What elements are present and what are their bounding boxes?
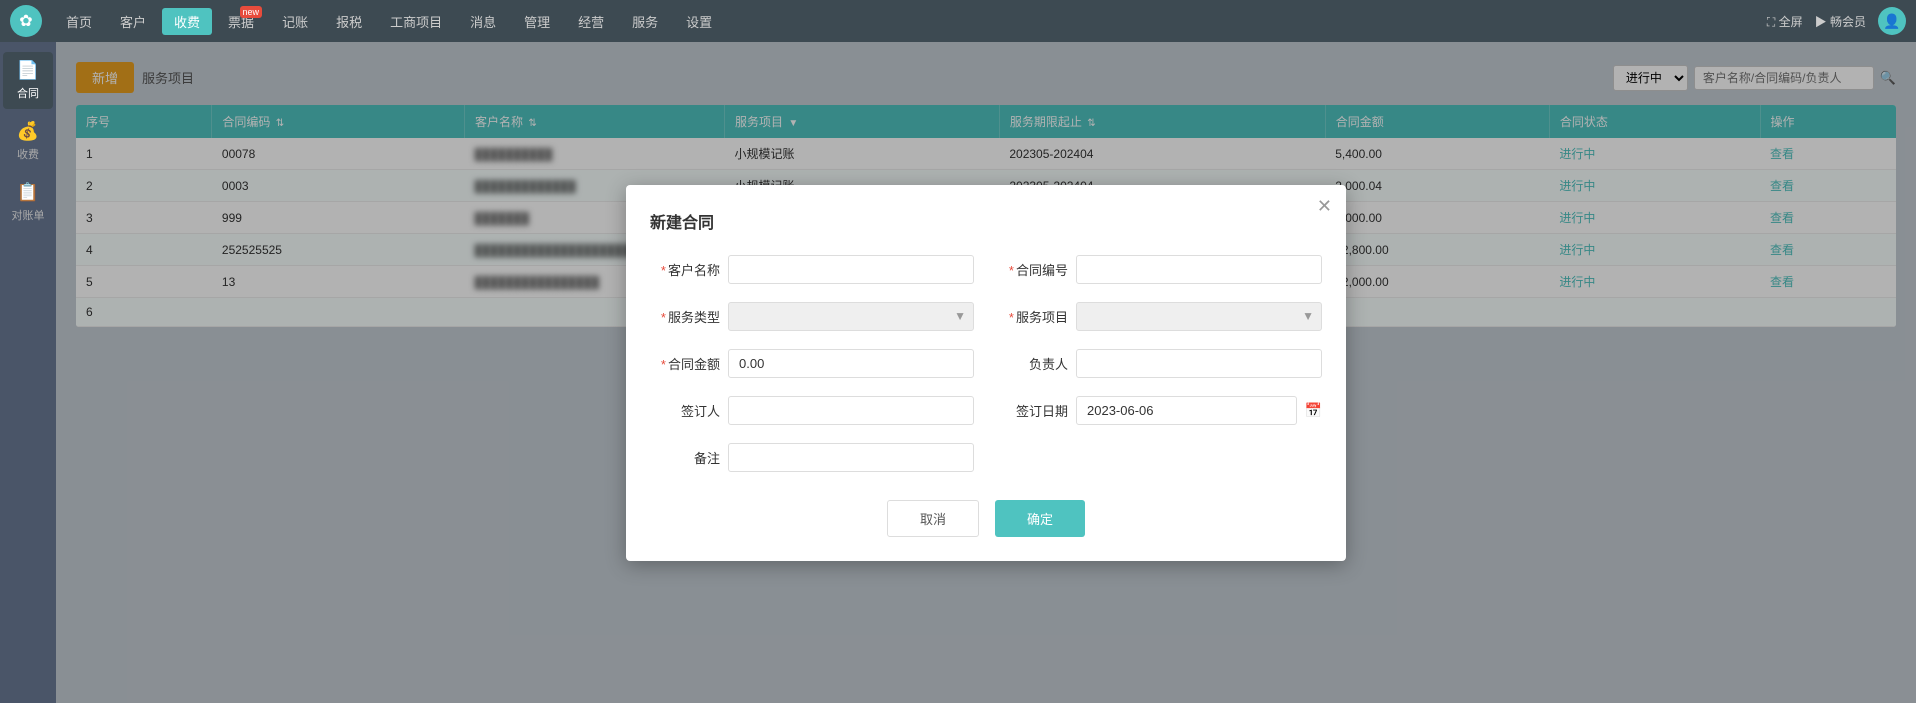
nav-business[interactable]: 工商项目 <box>378 8 454 35</box>
nav-accounting[interactable]: 记账 <box>270 8 320 35</box>
form-group-signer: 签订人 <box>650 396 974 425</box>
form-group-amount: *合同金额 <box>650 349 974 378</box>
fullscreen-btn[interactable]: ⛶ 全屏 <box>1767 13 1803 30</box>
contract-no-input[interactable] <box>1076 255 1322 284</box>
service-type-label: *服务类型 <box>650 307 720 326</box>
customer-name-input[interactable] <box>728 255 974 284</box>
form-group-contract-no: *合同编号 <box>998 255 1322 284</box>
customer-name-label: *客户名称 <box>650 260 720 279</box>
responsible-input[interactable] <box>1076 349 1322 378</box>
nav-operation[interactable]: 经营 <box>566 8 616 35</box>
nav-service[interactable]: 服务 <box>620 8 670 35</box>
contract-icon: 📄 <box>17 60 39 81</box>
sidebar: 📄 合同 💰 收费 📋 对账单 <box>0 42 56 703</box>
cancel-button[interactable]: 取消 <box>887 500 979 537</box>
nav-invoice[interactable]: 票据 new <box>216 8 266 35</box>
reconciliation-icon: 📋 <box>17 182 39 203</box>
nav-manage[interactable]: 管理 <box>512 8 562 35</box>
service-item-label: *服务项目 <box>998 307 1068 326</box>
member-btn[interactable]: ▶ 畅会员 <box>1815 13 1866 30</box>
user-avatar[interactable]: 👤 <box>1878 7 1906 35</box>
contract-no-label: *合同编号 <box>998 260 1068 279</box>
form-row-2: *服务类型 ▼ *服务项目 <box>650 302 1322 331</box>
new-badge: new <box>240 6 263 18</box>
form-group-remark: 备注 <box>650 443 974 472</box>
form-group-service-item: *服务项目 ▼ <box>998 302 1322 331</box>
form-row-1: *客户名称 *合同编号 <box>650 255 1322 284</box>
form-row-5: 备注 <box>650 443 1322 472</box>
form-group-customer: *客户名称 <box>650 255 974 284</box>
calendar-icon[interactable]: 📅 <box>1305 402 1322 419</box>
close-icon[interactable]: ✕ <box>1317 197 1332 215</box>
form-group-sign-date: 签订日期 📅 <box>998 396 1322 425</box>
sidebar-item-billing[interactable]: 💰 收费 <box>3 113 53 170</box>
form-group-responsible: 负责人 <box>998 349 1322 378</box>
service-item-wrapper: ▼ <box>1076 302 1322 331</box>
nav-message[interactable]: 消息 <box>458 8 508 35</box>
top-navigation: ✿ 首页 客户 收费 票据 new 记账 报税 工商项目 消息 管理 经营 服务… <box>0 0 1916 42</box>
sidebar-item-reconciliation-label: 对账单 <box>12 207 45 223</box>
app-logo: ✿ <box>10 5 42 37</box>
top-nav-right: ⛶ 全屏 ▶ 畅会员 👤 <box>1767 7 1906 35</box>
service-type-wrapper: ▼ <box>728 302 974 331</box>
billing-icon: 💰 <box>17 121 39 142</box>
sidebar-item-billing-label: 收费 <box>17 146 39 162</box>
nav-tax[interactable]: 报税 <box>324 8 374 35</box>
confirm-button[interactable]: 确定 <box>995 500 1085 537</box>
nav-billing[interactable]: 收费 <box>162 8 212 35</box>
responsible-label: 负责人 <box>998 354 1068 373</box>
form-row-4: 签订人 签订日期 📅 <box>650 396 1322 425</box>
sidebar-item-contract-label: 合同 <box>17 85 39 101</box>
main-layout: 📄 合同 💰 收费 📋 对账单 新增 服务项目 进行中 已完成 已终止 🔍 <box>0 42 1916 703</box>
amount-label: *合同金额 <box>650 354 720 373</box>
dialog-title: 新建合同 <box>650 209 1322 233</box>
service-item-select[interactable] <box>1076 302 1322 331</box>
sidebar-item-reconciliation[interactable]: 📋 对账单 <box>3 174 53 231</box>
new-contract-dialog: ✕ 新建合同 *客户名称 *合同编号 <box>626 185 1346 561</box>
signer-label: 签订人 <box>650 401 720 420</box>
nav-customer[interactable]: 客户 <box>108 8 158 35</box>
sign-date-label: 签订日期 <box>998 401 1068 420</box>
nav-home[interactable]: 首页 <box>54 8 104 35</box>
content-area: 新增 服务项目 进行中 已完成 已终止 🔍 序号 合同编码 ⇅ 客户名 <box>56 42 1916 703</box>
remark-label: 备注 <box>650 448 720 467</box>
sidebar-item-contract[interactable]: 📄 合同 <box>3 52 53 109</box>
form-group-service-type: *服务类型 ▼ <box>650 302 974 331</box>
nav-settings[interactable]: 设置 <box>674 8 724 35</box>
service-type-select[interactable] <box>728 302 974 331</box>
sign-date-input[interactable] <box>1076 396 1297 425</box>
amount-input[interactable] <box>728 349 974 378</box>
signer-input[interactable] <box>728 396 974 425</box>
dialog-footer: 取消 确定 <box>650 500 1322 537</box>
form-row-3: *合同金额 负责人 <box>650 349 1322 378</box>
remark-input[interactable] <box>728 443 974 472</box>
